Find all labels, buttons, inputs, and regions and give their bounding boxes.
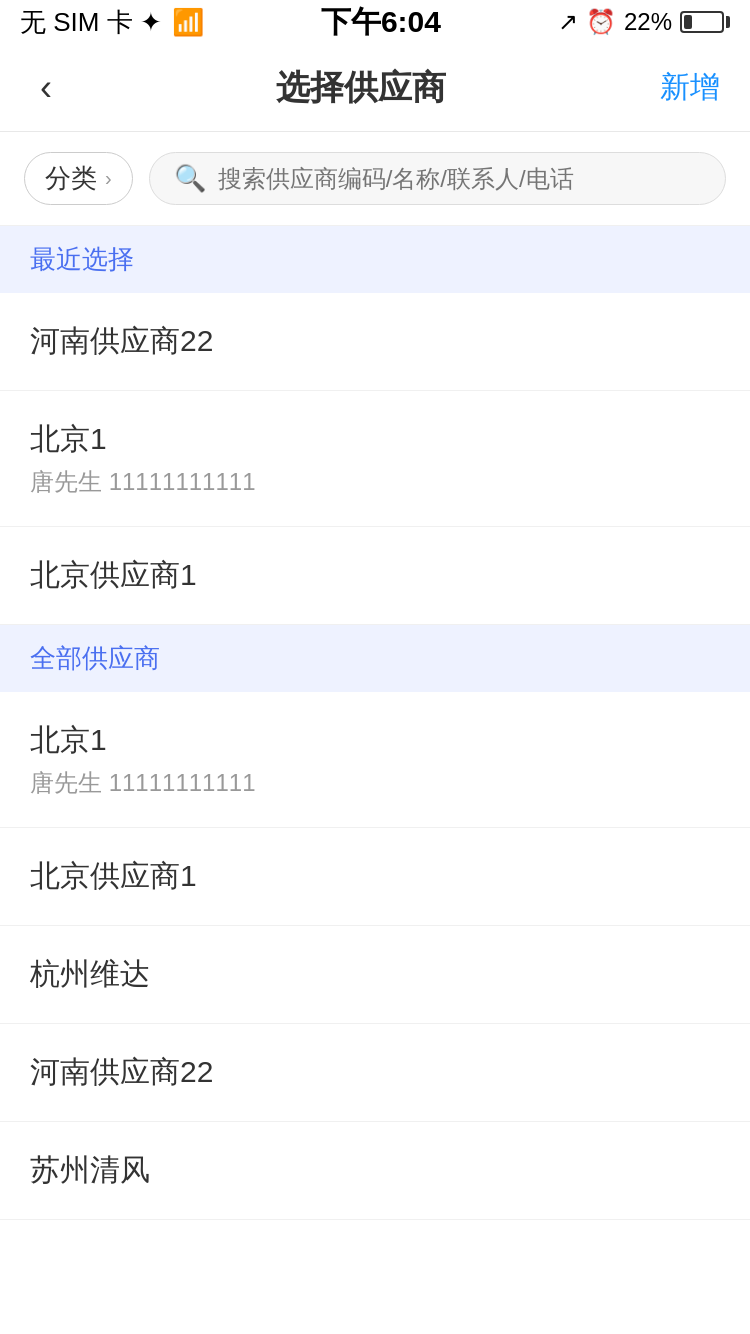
list-item[interactable]: 北京供应商1 [0,828,750,926]
wifi-icon: 📶 [172,7,204,38]
filter-bar: 分类 › 🔍 [0,132,750,226]
list-item[interactable]: 北京1 唐先生 11111111111 [0,391,750,527]
sim-status: 无 SIM 卡 ✦ [20,5,162,40]
back-button[interactable]: ‹ [30,57,62,119]
all-section-header: 全部供应商 [0,625,750,692]
chevron-right-icon: › [105,167,112,190]
recent-section-header: 最近选择 [0,226,750,293]
search-input[interactable] [218,165,701,193]
search-box: 🔍 [149,152,726,205]
alarm-icon: ⏰ [586,8,616,36]
recent-items-list: 河南供应商22 北京1 唐先生 11111111111 北京供应商1 [0,293,750,625]
item-name: 杭州维达 [30,954,720,995]
item-name: 北京供应商1 [30,555,720,596]
item-name: 苏州清风 [30,1150,720,1191]
item-subtitle: 唐先生 11111111111 [30,466,720,498]
list-item[interactable]: 北京供应商1 [0,527,750,625]
category-label: 分类 [45,161,97,196]
list-item[interactable]: 苏州清风 [0,1122,750,1220]
item-name: 北京供应商1 [30,856,720,897]
item-name: 河南供应商22 [30,1052,720,1093]
list-item[interactable]: 河南供应商22 [0,293,750,391]
add-button[interactable]: 新增 [660,67,720,108]
status-left: 无 SIM 卡 ✦ 📶 [20,5,204,40]
list-item[interactable]: 北京1 唐先生 11111111111 [0,692,750,828]
nav-bar: ‹ 选择供应商 新增 [0,44,750,132]
battery-percent: 22% [624,8,672,36]
page-title: 选择供应商 [276,65,446,111]
battery-indicator [680,11,730,33]
status-time: 下午6:04 [321,2,441,43]
all-items-list: 北京1 唐先生 11111111111 北京供应商1 杭州维达 河南供应商22 … [0,692,750,1220]
item-name: 北京1 [30,720,720,761]
item-name: 北京1 [30,419,720,460]
item-subtitle: 唐先生 11111111111 [30,767,720,799]
status-bar: 无 SIM 卡 ✦ 📶 下午6:04 ↗ ⏰ 22% [0,0,750,44]
location-icon: ↗ [558,8,578,36]
category-button[interactable]: 分类 › [24,152,133,205]
list-item[interactable]: 杭州维达 [0,926,750,1024]
status-right: ↗ ⏰ 22% [558,8,730,36]
item-name: 河南供应商22 [30,321,720,362]
search-icon: 🔍 [174,163,206,194]
list-item[interactable]: 河南供应商22 [0,1024,750,1122]
